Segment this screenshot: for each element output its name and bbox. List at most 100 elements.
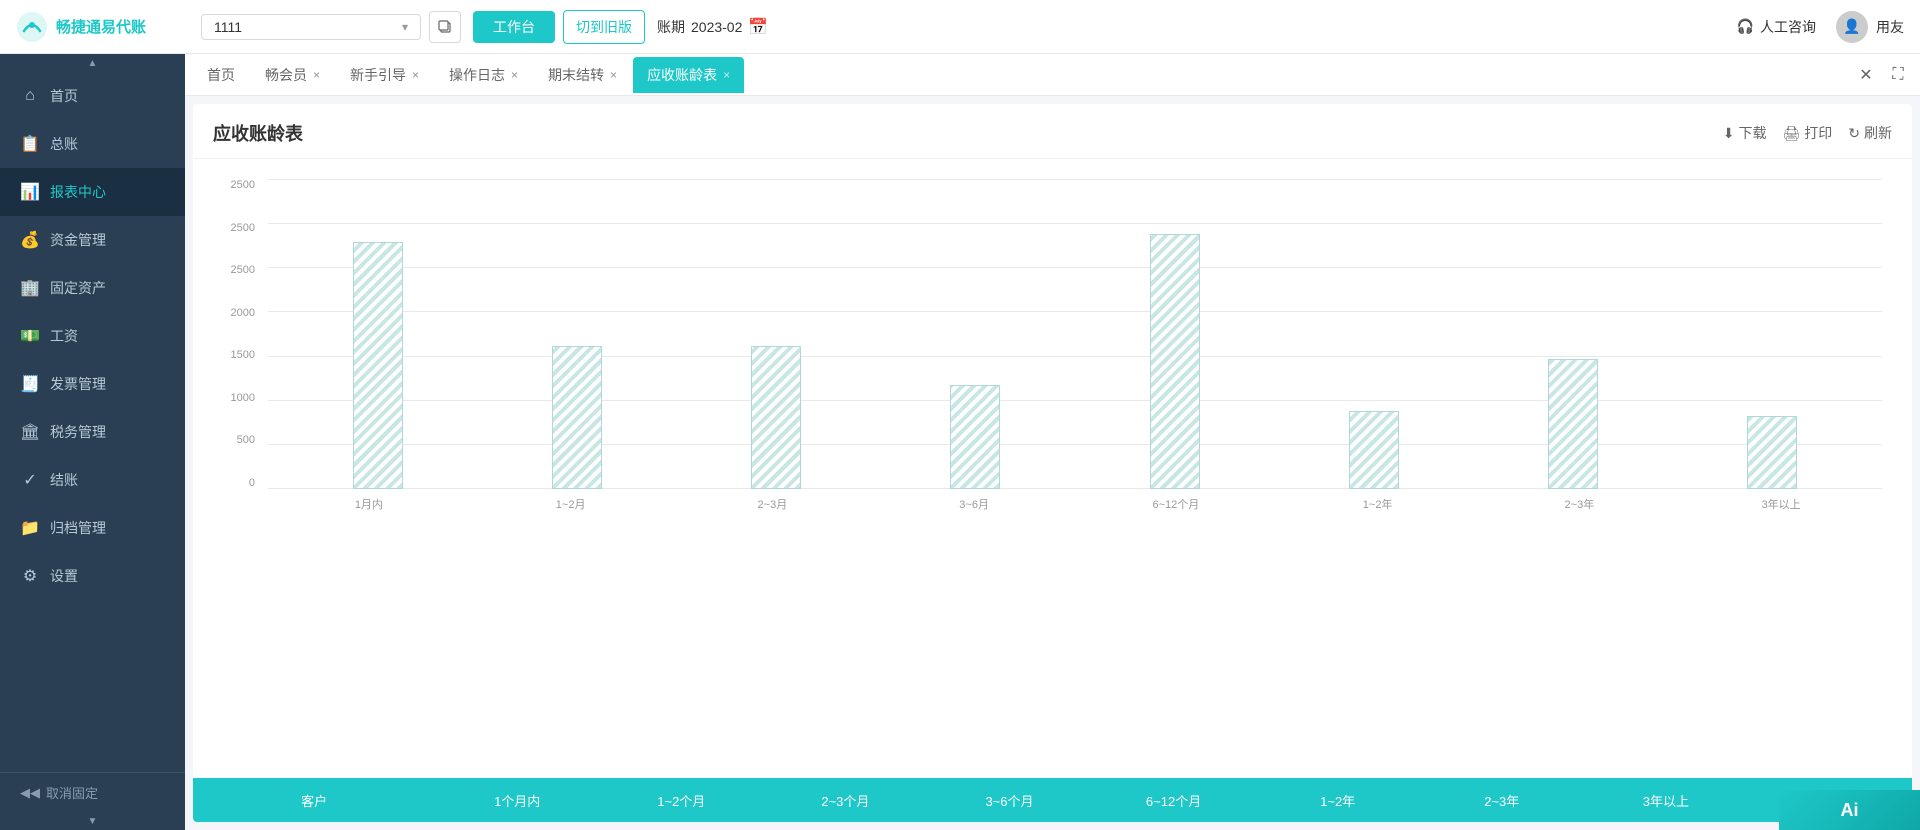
bar-group <box>1474 359 1673 489</box>
table-header-cell-7: 2~3年 <box>1420 791 1584 810</box>
tab-vip-close[interactable]: × <box>313 68 320 82</box>
table-header-cell-1: 1个月内 <box>435 791 599 810</box>
logo-area: 畅捷通易代账 <box>16 11 201 43</box>
sidebar-item-salary-label: 工资 <box>50 326 78 346</box>
tab-vip[interactable]: 畅会员 × <box>251 57 334 93</box>
tab-aging[interactable]: 应收账龄表 × <box>633 57 744 93</box>
switch-version-button[interactable]: 切到旧版 <box>563 10 645 44</box>
salary-icon: 💵 <box>20 326 40 346</box>
table-header-cell-2: 1~2个月 <box>599 791 763 810</box>
sidebar-item-settings[interactable]: ⚙ 设置 <box>0 552 185 600</box>
pin-label: 取消固定 <box>46 783 98 802</box>
tab-aging-label: 应收账龄表 <box>647 65 717 85</box>
sidebar-pin-toggle[interactable]: ◀◀ 取消固定 <box>0 772 185 812</box>
tab-oplog-close[interactable]: × <box>511 68 518 82</box>
sidebar-item-assets[interactable]: 🏢 固定资产 <box>0 264 185 312</box>
pin-icon: ◀◀ <box>20 785 40 801</box>
x-label-7: 3年以上 <box>1680 496 1882 512</box>
refresh-label: 刷新 <box>1864 123 1892 143</box>
sidebar-item-archive[interactable]: 📁 归档管理 <box>0 504 185 552</box>
table-header-cell-4: 3~6个月 <box>927 791 1091 810</box>
table-header-cell-3: 2~3个月 <box>763 791 927 810</box>
refresh-button[interactable]: ↻ 刷新 <box>1848 123 1892 143</box>
sidebar-item-funds[interactable]: 💰 资金管理 <box>0 216 185 264</box>
table-header-cell-0: 客户 <box>193 791 435 810</box>
refresh-icon: ↻ <box>1848 125 1860 142</box>
sidebar-item-ledger[interactable]: 📋 总账 <box>0 120 185 168</box>
bars-container <box>268 179 1882 489</box>
sidebar: ▲ ⌂ 首页 📋 总账 📊 报表中心 💰 资金管理 🏢 固定资产 💵 工资 🧾 … <box>0 54 185 830</box>
y-axis: 0 500 1000 1500 2000 2500 2500 2500 <box>213 179 263 489</box>
sidebar-item-home[interactable]: ⌂ 首页 <box>0 72 185 120</box>
sidebar-item-reports[interactable]: 📊 报表中心 <box>0 168 185 216</box>
sidebar-item-reports-label: 报表中心 <box>50 182 106 202</box>
consult-label: 人工咨询 <box>1760 17 1816 37</box>
chart-area: 0 500 1000 1500 2000 2500 2500 2500 <box>193 159 1912 778</box>
page-actions: ⬇ 下载 🖨 打印 ↻ 刷新 <box>1723 123 1892 143</box>
period-value: 2023-02 <box>691 19 742 35</box>
workspace-button[interactable]: 工作台 <box>473 11 555 43</box>
tab-period-end[interactable]: 期末结转 × <box>534 57 631 93</box>
sidebar-item-checkout[interactable]: ✓ 结账 <box>0 456 185 504</box>
print-icon: 🖨 <box>1782 125 1800 142</box>
sidebar-scroll-down[interactable]: ▼ <box>0 812 185 830</box>
logo-icon <box>16 11 48 43</box>
sidebar-item-tax-label: 税务管理 <box>50 422 106 442</box>
tab-home[interactable]: 首页 <box>193 57 249 93</box>
archive-icon: 📁 <box>20 518 40 538</box>
sidebar-item-ledger-label: 总账 <box>50 134 78 154</box>
bar-4 <box>1150 234 1200 489</box>
copy-button[interactable] <box>429 11 461 43</box>
print-button[interactable]: 🖨 打印 <box>1782 123 1832 143</box>
page-content: 应收账龄表 ⬇ 下载 🖨 打印 ↻ 刷新 <box>193 104 1912 822</box>
x-label-2: 2~3月 <box>672 496 874 512</box>
sidebar-item-invoice[interactable]: 🧾 发票管理 <box>0 360 185 408</box>
sidebar-item-settings-label: 设置 <box>50 566 78 586</box>
consult-button[interactable]: 🎧 人工咨询 <box>1737 17 1816 37</box>
table-header-cell-5: 6~12个月 <box>1092 791 1256 810</box>
x-label-6: 2~3年 <box>1479 496 1681 512</box>
x-label-5: 1~2年 <box>1277 496 1479 512</box>
tab-guide[interactable]: 新手引导 × <box>336 57 433 93</box>
tabs-actions: ✕ ⛶ <box>1852 61 1912 89</box>
top-header: 畅捷通易代账 1111 ▾ 工作台 切到旧版 账期 2023-02 📅 🎧 人工… <box>0 0 1920 54</box>
funds-icon: 💰 <box>20 230 40 250</box>
bar-5 <box>1349 411 1399 489</box>
ai-badge[interactable]: Ai <box>1779 790 1920 830</box>
x-label-4: 6~12个月 <box>1075 496 1277 512</box>
main-layout: ▲ ⌂ 首页 📋 总账 📊 报表中心 💰 资金管理 🏢 固定资产 💵 工资 🧾 … <box>0 54 1920 830</box>
sidebar-item-salary[interactable]: 💵 工资 <box>0 312 185 360</box>
tab-period-end-close[interactable]: × <box>610 68 617 82</box>
y-label-2500c: 2500 <box>231 179 255 191</box>
ai-label: Ai <box>1841 800 1859 821</box>
x-axis: 1月内1~2月2~3月3~6月6~12个月1~2年2~3年3年以上 <box>268 489 1882 519</box>
sidebar-item-tax[interactable]: 🏛 税务管理 <box>0 408 185 456</box>
bar-group <box>677 346 876 489</box>
tab-guide-label: 新手引导 <box>350 65 406 85</box>
tab-oplog[interactable]: 操作日志 × <box>435 57 532 93</box>
copy-icon <box>437 19 453 35</box>
tab-guide-close[interactable]: × <box>412 68 419 82</box>
tab-home-label: 首页 <box>207 65 235 85</box>
bar-3 <box>950 385 1000 489</box>
tab-aging-close[interactable]: × <box>723 68 730 82</box>
bar-group <box>278 242 477 489</box>
download-button[interactable]: ⬇ 下载 <box>1723 123 1767 143</box>
calendar-icon[interactable]: 📅 <box>748 17 768 37</box>
chart-container: 0 500 1000 1500 2000 2500 2500 2500 <box>213 179 1892 519</box>
settings-icon: ⚙ <box>20 566 40 586</box>
download-label: 下载 <box>1738 123 1766 143</box>
sidebar-scroll-up[interactable]: ▲ <box>0 54 185 72</box>
tabs-expand-button[interactable]: ⛶ <box>1884 61 1912 89</box>
bar-0 <box>353 242 403 489</box>
period-label: 账期 <box>657 17 685 37</box>
user-area[interactable]: 👤 用友 <box>1836 11 1904 43</box>
headset-icon: 🎧 <box>1737 18 1754 35</box>
company-selector[interactable]: 1111 ▾ <box>201 14 421 40</box>
bar-7 <box>1747 416 1797 489</box>
ledger-icon: 📋 <box>20 134 40 154</box>
tabs-close-button[interactable]: ✕ <box>1852 61 1880 89</box>
invoice-icon: 🧾 <box>20 374 40 394</box>
bar-2 <box>751 346 801 489</box>
y-label-500: 500 <box>237 434 255 446</box>
